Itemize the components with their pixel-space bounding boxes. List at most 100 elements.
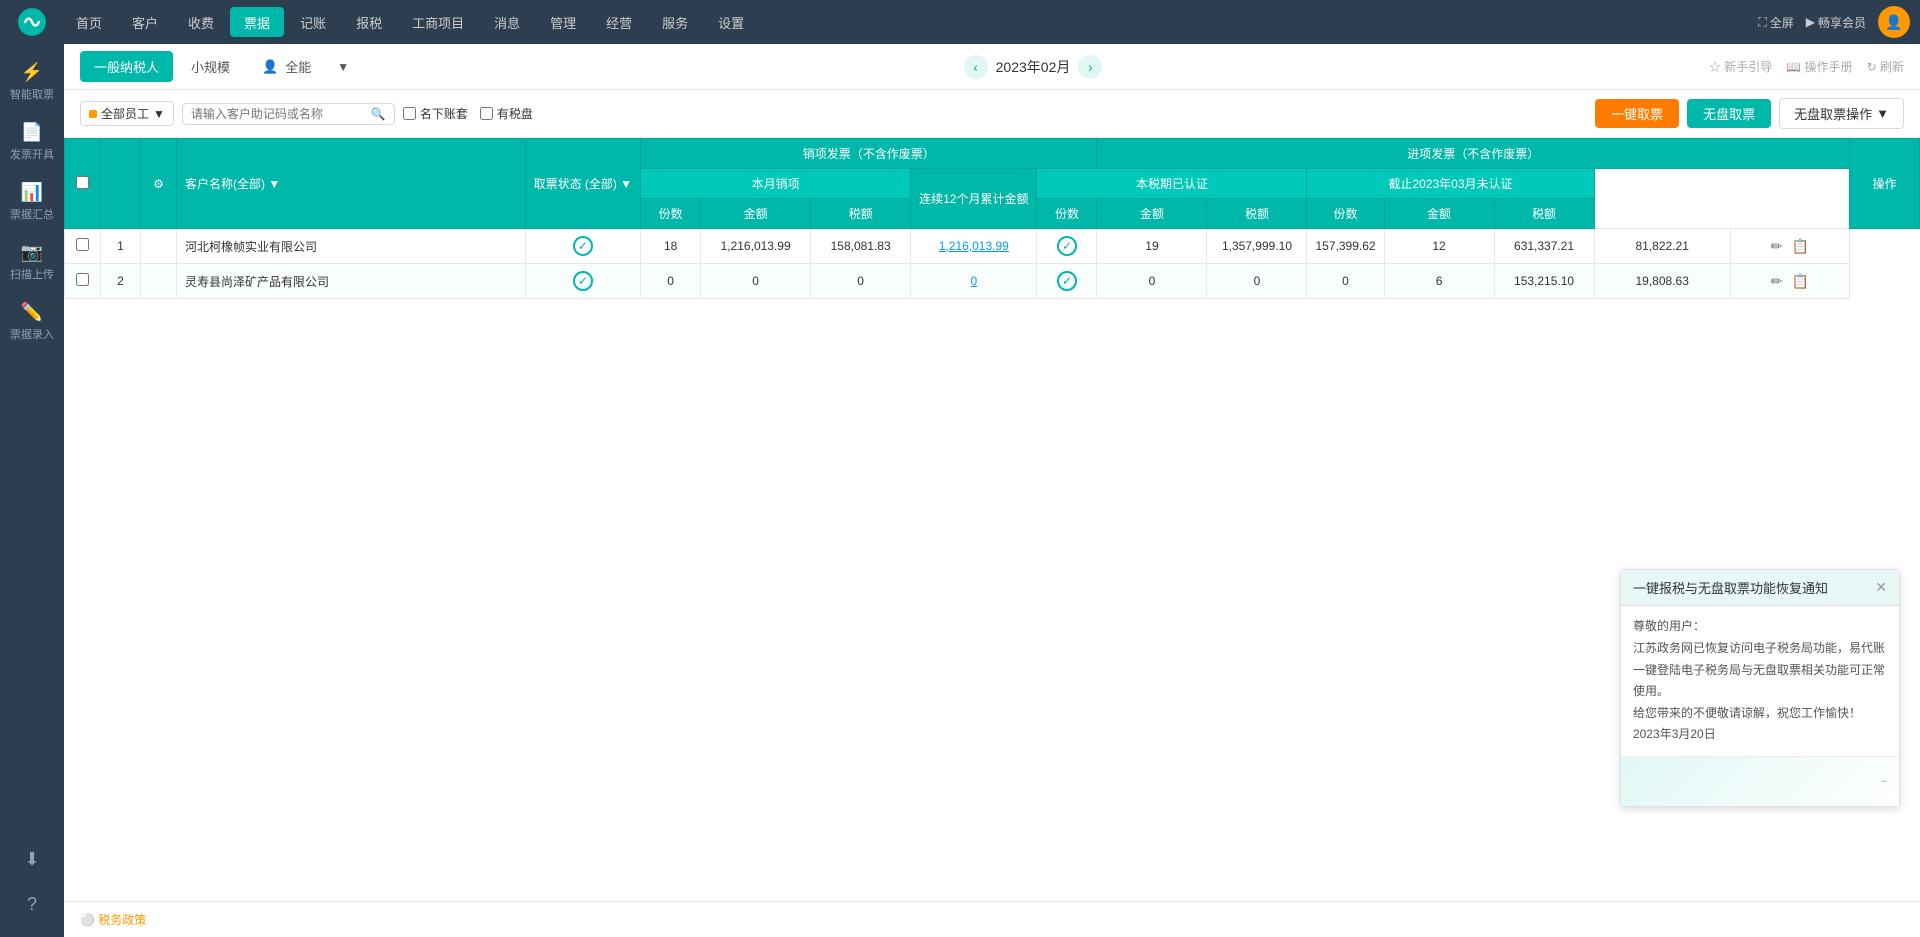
sub-tabs-bar: 一般纳税人 小规模 👤 全能 ▼ ‹ 2023年02月 › ☆ 新手引导 📖 操…	[64, 44, 1920, 90]
notification-text: 尊敬的用户： 江苏政务网已恢复访问电子税务局功能，易代账一键登陆电子税务局与无盘…	[1633, 616, 1887, 746]
th-cumulative: 连续12个月累计金额	[911, 169, 1037, 229]
th-uncertified: 截止2023年03月未认证	[1307, 169, 1594, 199]
th-uncert-amount: 金额	[1384, 199, 1494, 229]
nav-items: 首页 客户 收费 票据 记账 报税 工商项目 消息 管理 经营 服务 设置	[62, 7, 1758, 37]
vip-btn[interactable]: ▶畅享会员	[1806, 14, 1866, 31]
sidebar-bottom: ⬇ ?	[4, 841, 60, 937]
search-box[interactable]: 🔍	[182, 103, 395, 125]
checkbox-tax-disk-input[interactable]	[480, 107, 493, 120]
row-sales-amount-1: 0	[701, 264, 811, 299]
guide-icon: ☆	[1709, 60, 1721, 74]
row-sales-qty-0: 18	[641, 229, 701, 264]
sidebar-item-scan-upload[interactable]: 📷 扫描上传	[4, 234, 60, 290]
no-disk-operation-btn[interactable]: 无盘取票操作 ▼	[1779, 98, 1904, 129]
tabs-more-btn[interactable]: ▼	[329, 56, 357, 78]
logo[interactable]	[10, 0, 54, 44]
manual-icon: 📖	[1786, 60, 1801, 74]
search-icon[interactable]: 🔍	[371, 107, 386, 121]
row-cert-qty-1: 0	[1097, 264, 1207, 299]
nav-client[interactable]: 客户	[118, 7, 172, 37]
nav-operation[interactable]: 经营	[592, 7, 646, 37]
sidebar-item-invoice-open[interactable]: 📄 发票开具	[4, 114, 60, 170]
refresh-icon: ↻	[1867, 60, 1877, 74]
nav-message[interactable]: 消息	[480, 7, 534, 37]
sidebar-item-entry[interactable]: ✏️ 票据录入	[4, 294, 60, 350]
download-icon: ⬇	[24, 849, 39, 870]
employee-dot	[89, 110, 97, 118]
employee-select[interactable]: 全部员工 ▼	[80, 101, 174, 126]
nav-tax[interactable]: 报税	[342, 7, 396, 37]
row-cumulative-1: 0	[911, 264, 1037, 299]
sidebar: ⚡ 智能取票 📄 发票开具 📊 票据汇总 📷 扫描上传 ✏️ 票据录入 ⬇ ?	[0, 44, 64, 937]
tab-all-in-one[interactable]: 👤 全能	[248, 51, 325, 82]
th-cert-tax: 税额	[1207, 199, 1307, 229]
nav-settings[interactable]: 设置	[704, 7, 758, 37]
row-uncert-amount-0: 631,337.21	[1494, 229, 1594, 264]
more-icon-0[interactable]: 📋	[1792, 238, 1809, 254]
row-checkbox-1[interactable]	[65, 264, 101, 299]
more-icon-1[interactable]: 📋	[1792, 273, 1809, 289]
nav-business[interactable]: 工商项目	[398, 7, 478, 37]
row-config-0	[141, 229, 177, 264]
month-prev-btn[interactable]: ‹	[964, 55, 988, 79]
invoice-table: ⚙ 客户名称(全部) ▼ 取票状态 (全部) ▼ 销项发票（不含作废票） 进项发…	[64, 138, 1920, 299]
notification-title: 一键报税与无盘取票功能恢复通知	[1633, 578, 1828, 597]
nav-manage[interactable]: 管理	[536, 7, 590, 37]
one-click-ticket-btn[interactable]: 一键取票	[1595, 99, 1679, 128]
top-navigation: 首页 客户 收费 票据 记账 报税 工商项目 消息 管理 经营 服务 设置 ⛶全…	[0, 0, 1920, 44]
refresh-link[interactable]: ↻ 刷新	[1867, 58, 1904, 75]
nav-accounting[interactable]: 记账	[286, 7, 340, 37]
tax-policy-link[interactable]: ⚪ 税务政策	[80, 911, 146, 928]
smart-ticket-icon: ⚡	[21, 62, 43, 83]
sidebar-item-smart-ticket[interactable]: ⚡ 智能取票	[4, 54, 60, 110]
row-sales-tax-0: 158,081.83	[811, 229, 911, 264]
notification-popup: 一键报税与无盘取票功能恢复通知 ✕ 尊敬的用户： 江苏政务网已恢复访问电子税务局…	[1620, 569, 1900, 807]
th-sales-group: 销项发票（不含作废票）	[641, 139, 1097, 169]
new-guide-link[interactable]: ☆ 新手引导	[1709, 58, 1772, 75]
sidebar-item-help[interactable]: ?	[4, 886, 60, 923]
th-action: 操作	[1850, 139, 1920, 229]
table-body: 1 河北柯橡帧实业有限公司 ✓ 18 1,216,013.99 158,081.…	[65, 229, 1920, 299]
search-input[interactable]	[191, 107, 371, 121]
th-name[interactable]: 客户名称(全部) ▼	[177, 139, 526, 229]
sidebar-item-download[interactable]: ⬇	[4, 841, 60, 878]
row-cert-status-0: ✓	[1037, 229, 1097, 264]
notification-header: 一键报税与无盘取票功能恢复通知 ✕	[1621, 570, 1899, 606]
th-sales-qty: 份数	[641, 199, 701, 229]
row-uncert-tax-0: 81,822.21	[1594, 229, 1730, 264]
th-uncert-tax: 税额	[1494, 199, 1594, 229]
no-disk-ticket-btn[interactable]: 无盘取票	[1687, 99, 1771, 128]
edit-icon-1[interactable]: ✏	[1771, 273, 1783, 289]
checkbox-tax-disk[interactable]: 有税盘	[480, 105, 533, 122]
checkbox-named-account[interactable]: 名下账套	[403, 105, 468, 122]
row-actions-0: ✏ 📋	[1730, 229, 1849, 264]
row-cumulative-0: 1,216,013.99	[911, 229, 1037, 264]
nav-home[interactable]: 首页	[62, 7, 116, 37]
th-checkbox	[65, 139, 101, 229]
select-all-checkbox[interactable]	[76, 176, 89, 189]
notification-decoration: ~	[1881, 776, 1887, 788]
tab-small-scale[interactable]: 小规模	[177, 51, 244, 82]
fullscreen-btn[interactable]: ⛶全屏	[1758, 14, 1793, 31]
row-checkbox-0[interactable]	[65, 229, 101, 264]
edit-icon-0[interactable]: ✏	[1771, 238, 1783, 254]
nav-invoice[interactable]: 票据	[230, 7, 284, 37]
th-status[interactable]: 取票状态 (全部) ▼	[525, 139, 641, 229]
nav-fee[interactable]: 收费	[174, 7, 228, 37]
checkbox-named-account-input[interactable]	[403, 107, 416, 120]
manual-link[interactable]: 📖 操作手册	[1786, 58, 1852, 75]
row-status-0: ✓	[525, 229, 641, 264]
row-uncert-qty-0: 12	[1384, 229, 1494, 264]
user-avatar[interactable]: 👤	[1878, 6, 1910, 38]
nav-service[interactable]: 服务	[648, 7, 702, 37]
table-row: 2 灵寿县尚泽矿产品有限公司 ✓ 0 0 0 0 ✓ 0 0 0 6 153,2…	[65, 264, 1920, 299]
th-monthly-sales: 本月销项	[641, 169, 911, 199]
row-sales-tax-1: 0	[811, 264, 911, 299]
top-links: ☆ 新手引导 📖 操作手册 ↻ 刷新	[1709, 58, 1904, 75]
month-next-btn[interactable]: ›	[1078, 55, 1102, 79]
sidebar-item-summary[interactable]: 📊 票据汇总	[4, 174, 60, 230]
checkbox-group: 名下账套 有税盘	[403, 105, 533, 122]
row-name-1: 灵寿县尚泽矿产品有限公司	[177, 264, 526, 299]
tab-general-taxpayer[interactable]: 一般纳税人	[80, 51, 173, 82]
notification-close-btn[interactable]: ✕	[1875, 579, 1887, 596]
